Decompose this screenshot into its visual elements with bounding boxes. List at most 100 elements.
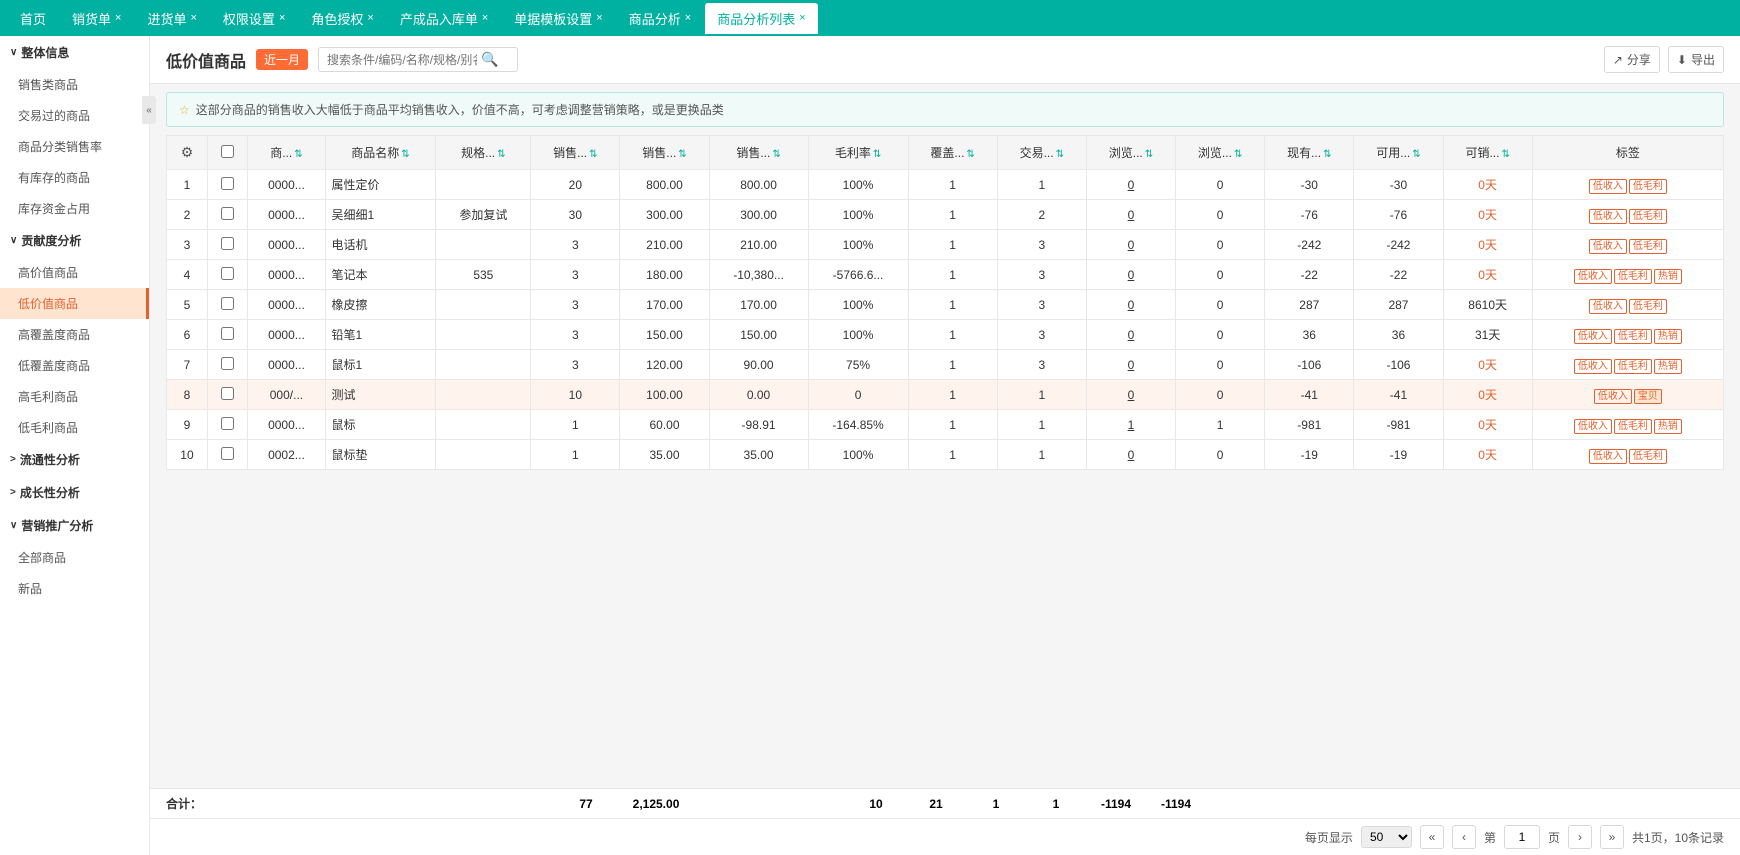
nav-close-icon[interactable]: × — [596, 12, 602, 24]
nav-close-icon[interactable]: × — [367, 12, 373, 24]
sidebar-item-低毛利商品[interactable]: 低毛利商品 — [0, 412, 149, 443]
sort-icon-sell_days[interactable]: ⇅ — [1501, 149, 1509, 160]
sort-icon-cur_stock[interactable]: ⇅ — [1323, 149, 1331, 160]
nav-item-权限设置[interactable]: 权限设置× — [211, 3, 297, 34]
row-checkbox[interactable] — [221, 357, 234, 370]
sidebar-collapse-btn[interactable]: « — [142, 96, 156, 124]
sort-icon-avail_stock[interactable]: ⇅ — [1412, 149, 1420, 160]
sort-icon-browse2[interactable]: ⇅ — [1234, 149, 1242, 160]
sidebar-item-库存资金占用[interactable]: 库存资金占用 — [0, 193, 149, 224]
sidebar-item-商品分类销售率[interactable]: 商品分类销售率 — [0, 131, 149, 162]
browse-link[interactable]: 0 — [1128, 208, 1135, 222]
col-header-name[interactable]: 商品名称⇅ — [325, 136, 436, 170]
sidebar-item-高覆盖度商品[interactable]: 高覆盖度商品 — [0, 319, 149, 350]
row-checkbox[interactable] — [221, 177, 234, 190]
sidebar-item-新品[interactable]: 新品 — [0, 573, 149, 604]
col-header-cur_stock[interactable]: 现有...⇅ — [1265, 136, 1354, 170]
col-header-margin[interactable]: 毛利率⇅ — [808, 136, 908, 170]
nav-item-单据模板设置[interactable]: 单据模板设置× — [502, 3, 614, 34]
sidebar-item-交易过的商品[interactable]: 交易过的商品 — [0, 100, 149, 131]
sort-icon-margin[interactable]: ⇅ — [873, 149, 881, 160]
col-header-browse1[interactable]: 浏览...⇅ — [1086, 136, 1175, 170]
nav-close-icon[interactable]: × — [115, 12, 121, 24]
sidebar-group-成长性分析[interactable]: >成长性分析 — [0, 476, 149, 509]
browse-link[interactable]: 0 — [1128, 358, 1135, 372]
col-header-spec[interactable]: 规格...⇅ — [436, 136, 531, 170]
sort-icon-name[interactable]: ⇅ — [401, 149, 409, 160]
row-checkbox[interactable] — [221, 267, 234, 280]
row-checkbox[interactable] — [221, 297, 234, 310]
sidebar-group-流通性分析[interactable]: >流通性分析 — [0, 443, 149, 476]
nav-item-商品分析列表[interactable]: 商品分析列表× — [705, 3, 817, 34]
sort-icon-sale_amt[interactable]: ⇅ — [678, 149, 686, 160]
col-header-cover[interactable]: 覆盖...⇅ — [908, 136, 997, 170]
sidebar-group-贡献度分析[interactable]: ∨贡献度分析 — [0, 224, 149, 257]
search-icon[interactable]: 🔍 — [481, 51, 498, 68]
sidebar-item-低价值商品[interactable]: 低价值商品 — [0, 288, 149, 319]
sidebar-item-高毛利商品[interactable]: 高毛利商品 — [0, 381, 149, 412]
col-header-browse2[interactable]: 浏览...⇅ — [1176, 136, 1265, 170]
row-checkbox[interactable] — [221, 387, 234, 400]
browse-link[interactable]: 0 — [1128, 268, 1135, 282]
sort-icon-spec[interactable]: ⇅ — [497, 149, 505, 160]
sidebar-item-低覆盖度商品[interactable]: 低覆盖度商品 — [0, 350, 149, 381]
nav-close-icon[interactable]: × — [482, 12, 488, 24]
sidebar-item-有库存的商品[interactable]: 有库存的商品 — [0, 162, 149, 193]
col-header-sale_amt[interactable]: 销售...⇅ — [620, 136, 709, 170]
time-tag-button[interactable]: 近一月 — [256, 49, 308, 70]
page-size-select[interactable]: 50 100 — [1361, 826, 1412, 848]
arrow-icon: ∨ — [10, 520, 17, 531]
last-page-button[interactable]: » — [1600, 825, 1624, 849]
col-header-code[interactable]: 商...⇅ — [248, 136, 325, 170]
browse-link[interactable]: 0 — [1128, 178, 1135, 192]
col-header-sell_days[interactable]: 可销...⇅ — [1443, 136, 1532, 170]
nav-close-icon[interactable]: × — [190, 12, 196, 24]
sort-icon-browse1[interactable]: ⇅ — [1145, 149, 1153, 160]
nav-item-销货单[interactable]: 销货单× — [60, 3, 133, 34]
sort-icon-sale_avg[interactable]: ⇅ — [772, 149, 780, 160]
cell-cur_stock: -242 — [1265, 230, 1354, 260]
sidebar-group-营销推广分析[interactable]: ∨营销推广分析 — [0, 509, 149, 542]
sidebar-item-高价值商品[interactable]: 高价值商品 — [0, 257, 149, 288]
nav-item-角色授权[interactable]: 角色授权× — [299, 3, 385, 34]
sort-icon-cover[interactable]: ⇅ — [966, 149, 974, 160]
sort-icon-sale_qty[interactable]: ⇅ — [589, 149, 597, 160]
select-all-checkbox[interactable] — [221, 145, 234, 158]
col-header-sale_avg[interactable]: 销售...⇅ — [709, 136, 808, 170]
sidebar-group-整体信息[interactable]: ∨整体信息 — [0, 36, 149, 69]
sidebar-item-销售类商品[interactable]: 销售类商品 — [0, 69, 149, 100]
sort-icon-trade[interactable]: ⇅ — [1056, 149, 1064, 160]
browse-link[interactable]: 0 — [1128, 388, 1135, 402]
prev-page-button[interactable]: ‹ — [1452, 825, 1476, 849]
browse-link[interactable]: 0 — [1128, 238, 1135, 252]
gear-icon[interactable]: ⚙ — [181, 144, 194, 160]
nav-close-icon[interactable]: × — [279, 12, 285, 24]
col-header-trade[interactable]: 交易...⇅ — [997, 136, 1086, 170]
row-checkbox[interactable] — [221, 447, 234, 460]
nav-item-产成品入库单[interactable]: 产成品入库单× — [388, 3, 500, 34]
sidebar-item-全部商品[interactable]: 全部商品 — [0, 542, 149, 573]
row-checkbox[interactable] — [221, 237, 234, 250]
nav-item-商品分析[interactable]: 商品分析× — [617, 3, 703, 34]
nav-close-icon[interactable]: × — [799, 12, 805, 24]
col-header-avail_stock[interactable]: 可用...⇅ — [1354, 136, 1443, 170]
browse-link[interactable]: 0 — [1128, 448, 1135, 462]
cell-sale_avg: -98.91 — [709, 410, 808, 440]
next-page-button[interactable]: › — [1568, 825, 1592, 849]
page-input[interactable] — [1504, 825, 1540, 849]
export-button[interactable]: ⬇ 导出 — [1668, 46, 1724, 73]
browse-link[interactable]: 1 — [1128, 418, 1135, 432]
nav-close-icon[interactable]: × — [685, 12, 691, 24]
sort-icon-code[interactable]: ⇅ — [294, 149, 302, 160]
col-header-sale_qty[interactable]: 销售...⇅ — [531, 136, 620, 170]
browse-link[interactable]: 0 — [1128, 328, 1135, 342]
row-checkbox[interactable] — [221, 327, 234, 340]
share-button[interactable]: ↗ 分享 — [1604, 46, 1660, 73]
browse-link[interactable]: 0 — [1128, 298, 1135, 312]
search-input[interactable] — [327, 53, 477, 67]
row-checkbox[interactable] — [221, 417, 234, 430]
nav-item-首页[interactable]: 首页 — [8, 3, 58, 34]
first-page-button[interactable]: « — [1420, 825, 1444, 849]
row-checkbox[interactable] — [221, 207, 234, 220]
nav-item-进货单[interactable]: 进货单× — [135, 3, 208, 34]
